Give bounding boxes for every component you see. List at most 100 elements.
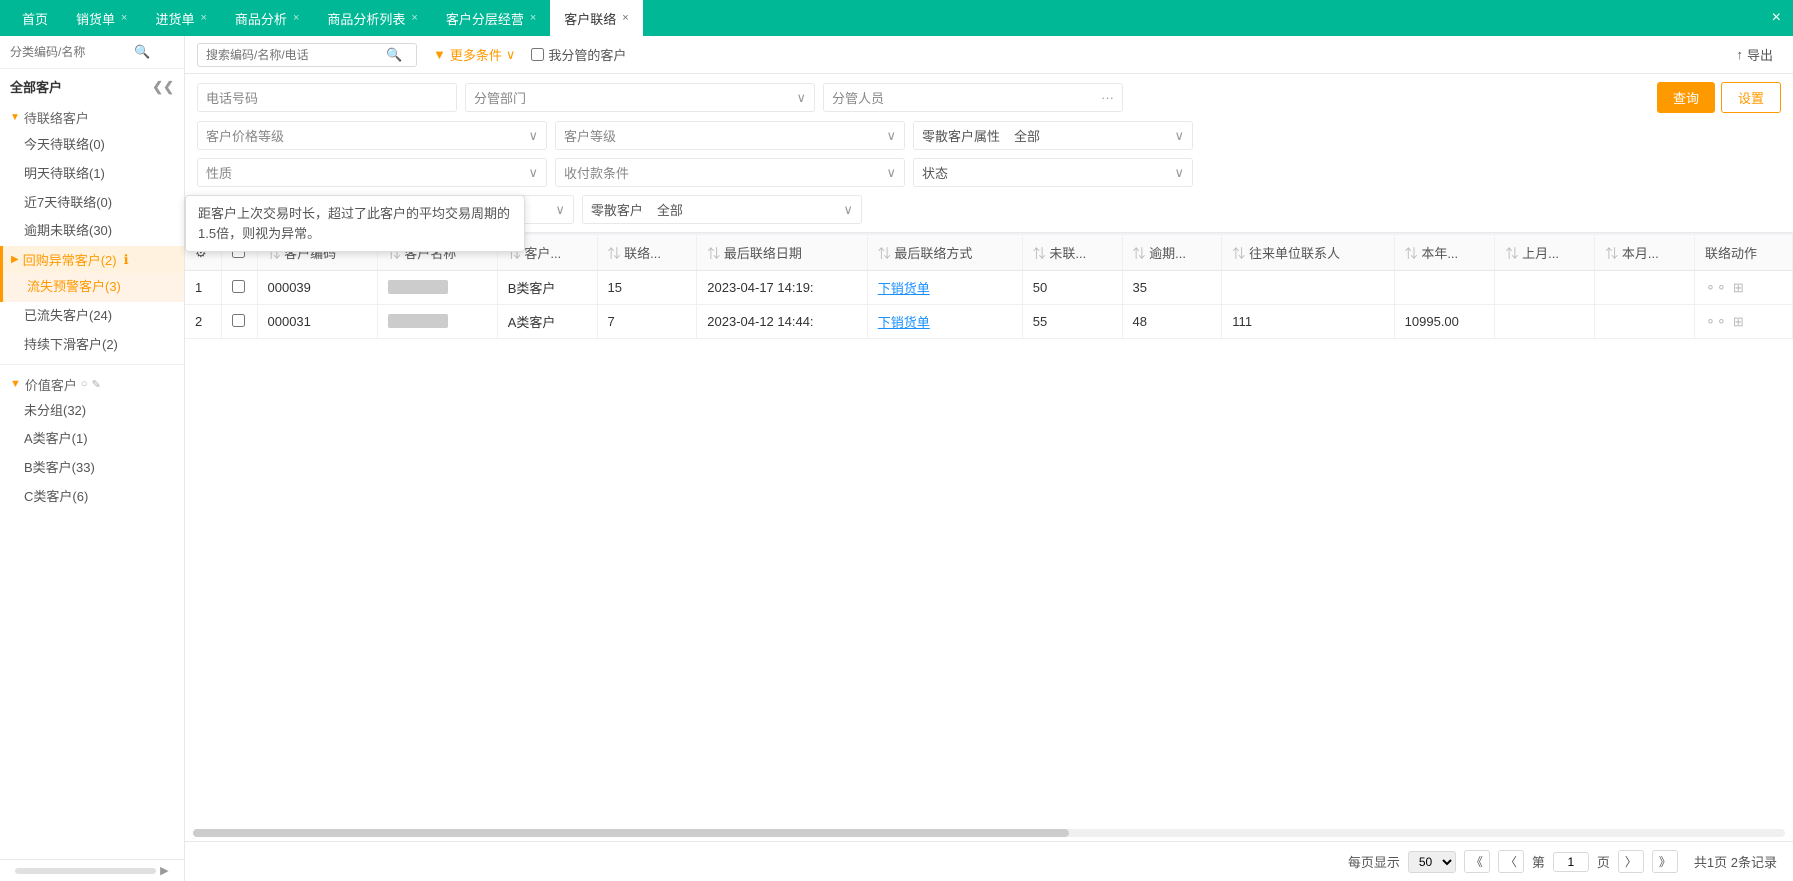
- table-row: 1 000039 B类客户 15 2023-04-17 14:19: 下销货单 …: [185, 271, 1793, 305]
- td-checkbox[interactable]: [221, 271, 257, 305]
- sort-icon: ⇅: [878, 246, 891, 261]
- search-input[interactable]: [206, 48, 386, 62]
- th-overdue: ⇅ 逾期...: [1122, 235, 1222, 271]
- search-icon[interactable]: 🔍: [386, 47, 402, 63]
- sidebar-group-value[interactable]: ▼ 价值客户 ○ ✎: [0, 369, 184, 397]
- sort-icon: ⇅: [1033, 246, 1046, 261]
- horizontal-scrollbar[interactable]: [193, 829, 1785, 837]
- th-this-year: ⇅ 本年...: [1394, 235, 1495, 271]
- circle-icon[interactable]: ○: [81, 378, 88, 390]
- last-page-button[interactable]: 》: [1652, 850, 1678, 873]
- customer-name-blurred: [388, 280, 448, 294]
- close-icon[interactable]: ×: [411, 12, 417, 24]
- sort-icon: ⇅: [1232, 246, 1245, 261]
- sidebar-item-tomorrow[interactable]: 明天待联络(1): [0, 160, 184, 189]
- sidebar-item-b-class[interactable]: B类客户(33): [0, 454, 184, 483]
- sidebar-search: 🔍: [0, 36, 184, 69]
- filter-dept[interactable]: 分管部门 ∨: [465, 83, 815, 112]
- expand-icon[interactable]: ▶: [160, 864, 168, 877]
- filter-retail-attr[interactable]: 零散客户属性 全部 ∨: [913, 121, 1193, 150]
- contact-icon[interactable]: ⚬⚬: [1705, 280, 1727, 296]
- td-contact-person: 111: [1222, 305, 1394, 339]
- nav-item-home[interactable]: 首页: [8, 0, 62, 36]
- nav-item-customer-tier[interactable]: 客户分层经营 ×: [432, 0, 550, 36]
- sidebar-all-customers[interactable]: 全部客户 ❮❮: [0, 69, 184, 104]
- page-number-input[interactable]: [1553, 852, 1589, 872]
- dropdown-icon: ∨: [886, 128, 896, 144]
- row-checkbox[interactable]: [232, 280, 245, 293]
- filter-customer-level[interactable]: 客户等级 ∨: [555, 121, 905, 150]
- sidebar-item-c-class[interactable]: C类客户(6): [0, 483, 184, 512]
- grid-icon[interactable]: ⊞: [1733, 280, 1744, 296]
- close-icon[interactable]: ×: [622, 12, 628, 24]
- export-button[interactable]: ↑ 导出: [1728, 42, 1781, 67]
- action-icons: ⚬⚬ ⊞: [1705, 314, 1782, 330]
- sidebar-item-lost[interactable]: 已流失客户(24): [0, 302, 184, 331]
- td-checkbox[interactable]: [221, 305, 257, 339]
- collapse-icon[interactable]: ❮❮: [152, 79, 174, 95]
- td-last-contact-method[interactable]: 下销货单: [867, 305, 1022, 339]
- td-last-month: [1495, 305, 1595, 339]
- nav-item-purchase[interactable]: 进货单 ×: [141, 0, 220, 36]
- nav-item-sales[interactable]: 销货单 ×: [62, 0, 141, 36]
- close-icon[interactable]: ×: [530, 12, 536, 24]
- filter-status[interactable]: 状态 ∨: [913, 158, 1193, 187]
- sidebar-item-today[interactable]: 今天待联络(0): [0, 131, 184, 160]
- filter-price-level[interactable]: 客户价格等级 ∨: [197, 121, 547, 150]
- prev-page-button[interactable]: 〈: [1498, 850, 1524, 873]
- close-icon[interactable]: ×: [200, 12, 206, 24]
- last-contact-link[interactable]: 下销货单: [878, 281, 930, 296]
- td-level: A类客户: [497, 305, 597, 339]
- dropdown-icon: ∨: [555, 202, 565, 218]
- close-icon[interactable]: ×: [121, 12, 127, 24]
- sort-icon: ⇅: [1605, 246, 1618, 261]
- filter-retail-customer[interactable]: 零散客户 全部 ∨: [582, 195, 862, 224]
- tooltip: 距客户上次交易时长，超过了此客户的平均交易周期的1.5倍，则视为异常。: [185, 195, 525, 252]
- td-contact-person: [1222, 271, 1394, 305]
- sidebar-section-pending[interactable]: ▼ 待联络客户: [0, 104, 184, 131]
- th-no-contact: ⇅ 未联...: [1022, 235, 1122, 271]
- close-icon[interactable]: ×: [293, 12, 299, 24]
- nav-item-product-analysis[interactable]: 商品分析 ×: [221, 0, 313, 36]
- sidebar-section-abnormal[interactable]: ▶ 回购异常客户(2) ℹ: [0, 246, 184, 273]
- td-level: B类客户: [497, 271, 597, 305]
- more-conditions-button[interactable]: ▼ 更多条件 ∨: [425, 42, 523, 67]
- edit-icon[interactable]: ✎: [92, 378, 101, 391]
- query-button[interactable]: 查询: [1657, 82, 1715, 113]
- last-contact-link[interactable]: 下销货单: [878, 315, 930, 330]
- close-all-button[interactable]: ×: [1772, 9, 1781, 27]
- td-last-contact-date: 2023-04-17 14:19:: [697, 271, 868, 305]
- sidebar-item-overdue[interactable]: 逾期未联络(30): [0, 217, 184, 246]
- sidebar-item-ungrouped[interactable]: 未分组(32): [0, 397, 184, 426]
- next-page-button[interactable]: 〉: [1618, 850, 1644, 873]
- per-page-select[interactable]: 50: [1408, 851, 1456, 873]
- sidebar-item-declining[interactable]: 持续下滑客户(2): [0, 331, 184, 360]
- filter-phone[interactable]: 电话号码: [197, 83, 457, 112]
- sidebar-item-7days[interactable]: 近7天待联络(0): [0, 189, 184, 218]
- nav-item-product-list[interactable]: 商品分析列表 ×: [313, 0, 431, 36]
- contact-icon[interactable]: ⚬⚬: [1705, 314, 1727, 330]
- dropdown-icon: ∨: [528, 165, 538, 181]
- grid-icon[interactable]: ⊞: [1733, 314, 1744, 330]
- filter-gender[interactable]: 性质 ∨: [197, 158, 547, 187]
- my-customers-checkbox[interactable]: 我分管的客户: [531, 45, 626, 64]
- sidebar-item-loss-warning[interactable]: 流失预警客户(3): [0, 273, 184, 302]
- td-contact: 15: [597, 271, 697, 305]
- nav-item-customer-contact[interactable]: 客户联络 ×: [550, 0, 642, 36]
- my-customers-check-input[interactable]: [531, 48, 544, 61]
- sidebar-item-a-class[interactable]: A类客户(1): [0, 425, 184, 454]
- filter-person[interactable]: 分管人员 ···: [823, 83, 1123, 112]
- scrollbar-thumb[interactable]: [193, 829, 1069, 837]
- first-page-button[interactable]: 《: [1464, 850, 1490, 873]
- sort-icon: ⇅: [1405, 246, 1418, 261]
- td-last-contact-method[interactable]: 下销货单: [867, 271, 1022, 305]
- td-index: 1: [185, 271, 221, 305]
- sidebar-bottom: ▶: [0, 859, 184, 881]
- settings-button[interactable]: 设置: [1721, 82, 1781, 113]
- sidebar-search-input[interactable]: [10, 45, 130, 59]
- th-this-month: ⇅ 本月...: [1595, 235, 1695, 271]
- row-checkbox[interactable]: [232, 314, 245, 327]
- main-layout: 🔍 全部客户 ❮❮ ▼ 待联络客户 今天待联络(0) 明天待联络(1) 近7天待…: [0, 36, 1793, 881]
- filter-payment[interactable]: 收付款条件 ∨: [555, 158, 905, 187]
- sidebar-scrollbar[interactable]: [15, 868, 156, 874]
